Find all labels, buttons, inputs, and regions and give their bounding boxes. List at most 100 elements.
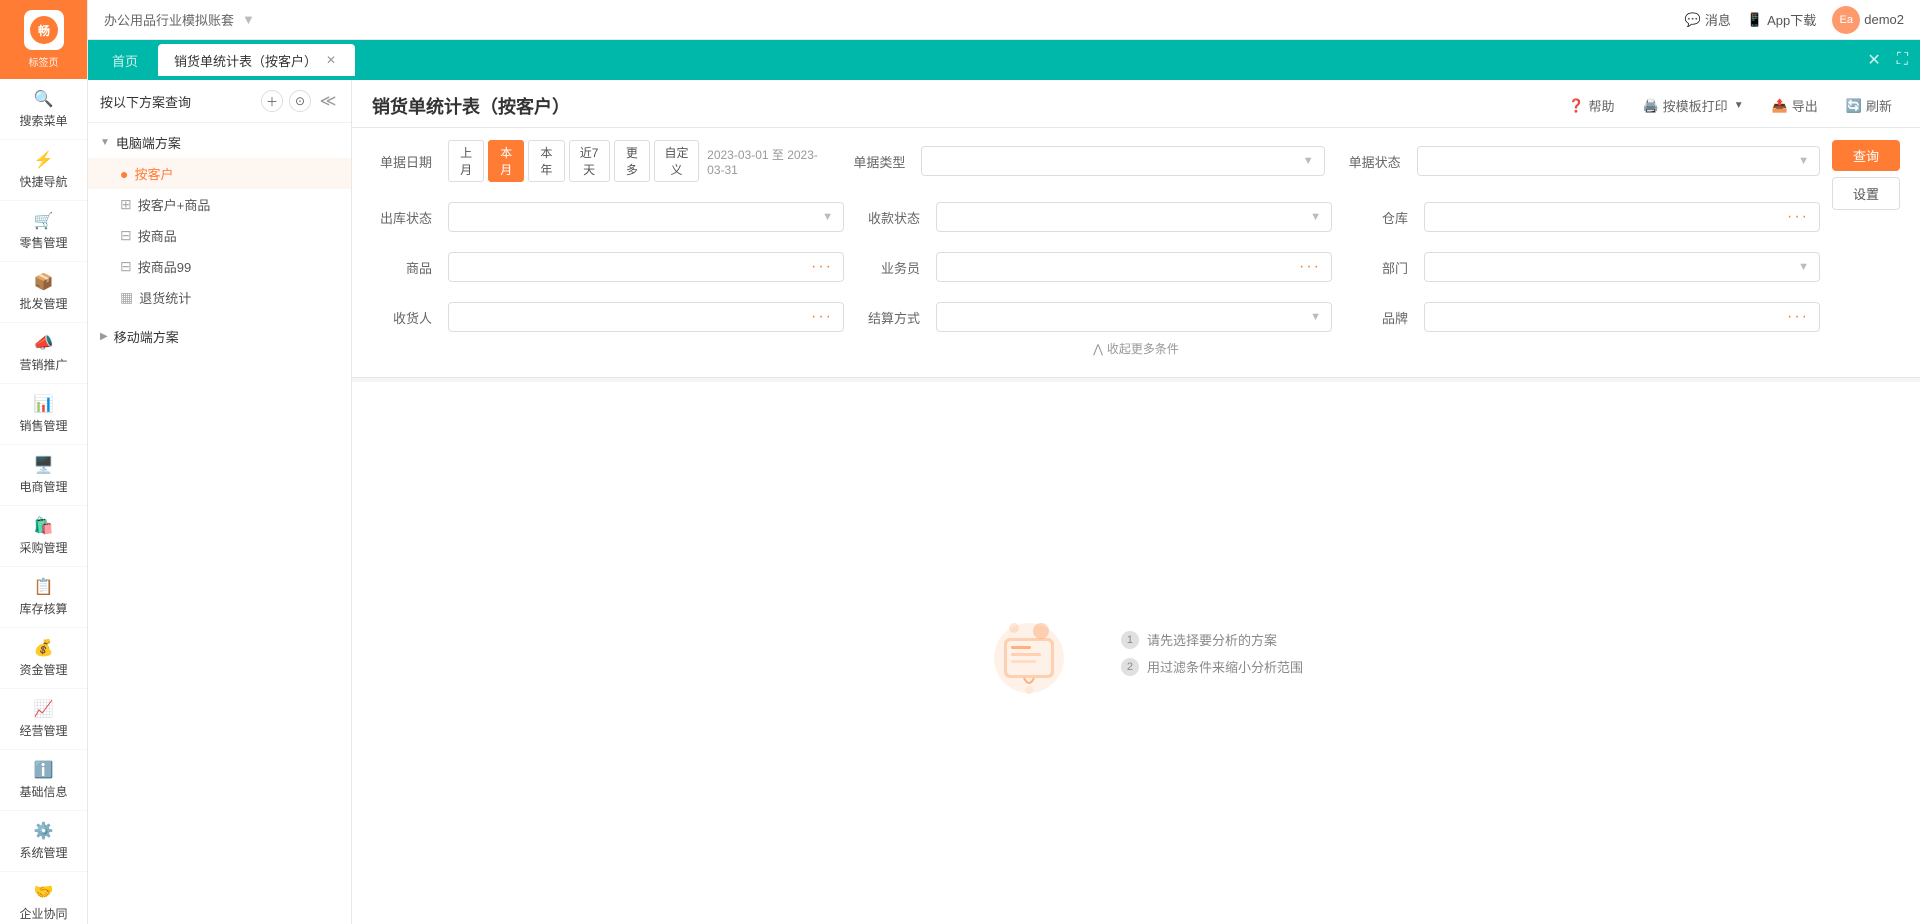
search-button[interactable]: 查询 [1832, 140, 1900, 171]
receiver-select[interactable]: ··· [448, 302, 844, 332]
export-icon: 📤 [1772, 98, 1788, 114]
tab-home-label: 首页 [112, 51, 138, 70]
top-header: 办公用品行业模拟账套 ▼ 💬 消息 📱 App下载 Ea demo2 [88, 0, 1920, 40]
operations-icon: 📈 [34, 699, 54, 719]
date-btn-custom[interactable]: 自定义 [654, 140, 699, 182]
sidebar-item-purchase[interactable]: 🛍️ 采购管理 [0, 506, 87, 567]
tip-text-2: 用过滤条件来缩小分析范围 [1147, 657, 1303, 676]
user-profile-btn[interactable]: Ea demo2 [1832, 6, 1904, 34]
department-select[interactable]: ▼ [1424, 252, 1820, 282]
sidebar-item-label: 批发管理 [19, 295, 67, 312]
filter-actions: 查询 设置 [1832, 140, 1900, 210]
tree-child-by-goods[interactable]: ⊟ 按商品 [88, 220, 351, 251]
sidebar-item-marketing[interactable]: 📣 营销推广 [0, 323, 87, 384]
sidebar-item-enterprise[interactable]: 🤝 企业协同 [0, 872, 87, 924]
order-status-select[interactable]: ▼ [1417, 146, 1820, 176]
tree-child-by-customer-goods[interactable]: ⊞ 按客户+商品 [88, 189, 351, 220]
sidebar-logo: 畅 标签页 [0, 0, 87, 79]
collapse-arrow-icon: ⋀ [1093, 342, 1103, 356]
refresh-label: 刷新 [1866, 96, 1892, 115]
order-type-select[interactable]: ▼ [921, 146, 1324, 176]
salesperson-select[interactable]: ··· [936, 252, 1332, 282]
department-arrow-icon: ▼ [1798, 261, 1809, 273]
sidebar-logo-text: 标签页 [29, 54, 59, 69]
tree-parent-mobile-label: 移动端方案 [114, 327, 179, 346]
tab-sales-stats[interactable]: 销货单统计表（按客户） ✕ [158, 44, 355, 76]
date-btn-more[interactable]: 更多 [614, 140, 650, 182]
date-btn-last-month[interactable]: 上月 [448, 140, 484, 182]
sidebar-item-inventory[interactable]: 📋 库存核算 [0, 567, 87, 628]
tip-number-1: 1 [1121, 631, 1139, 649]
messages-label: 消息 [1705, 10, 1731, 29]
template-print-label: 按模板打印 [1663, 96, 1728, 115]
wholesale-icon: 📦 [34, 272, 54, 292]
sidebar-item-search[interactable]: 🔍 搜索菜单 [0, 79, 87, 140]
goods-select[interactable]: ··· [448, 252, 844, 282]
retail-icon: 🛒 [34, 211, 54, 231]
help-btn[interactable]: ❓ 帮助 [1560, 92, 1622, 119]
sidebar-item-shortcut[interactable]: ⚡ 快捷导航 [0, 140, 87, 201]
export-btn[interactable]: 📤 导出 [1764, 92, 1826, 119]
sidebar-item-label: 搜索菜单 [19, 112, 67, 129]
sidebar-item-retail[interactable]: 🛒 零售管理 [0, 201, 87, 262]
sales-icon: 📊 [34, 394, 54, 414]
main-content: 办公用品行业模拟账套 ▼ 💬 消息 📱 App下载 Ea demo2 首页 [88, 0, 1920, 924]
top-header-right: 💬 消息 📱 App下载 Ea demo2 [1685, 6, 1904, 34]
left-panel-title: 按以下方案查询 [100, 92, 191, 111]
out-status-select[interactable]: ▼ [448, 202, 844, 232]
refresh-btn[interactable]: 🔄 刷新 [1838, 92, 1900, 119]
export-label: 导出 [1792, 96, 1818, 115]
right-panel: 销货单统计表（按客户） ❓ 帮助 🖨️ 按模板打印 📤 导出 [352, 80, 1920, 924]
page-header: 销货单统计表（按客户） ❓ 帮助 🖨️ 按模板打印 📤 导出 [352, 80, 1920, 128]
order-type-arrow-icon: ▼ [1303, 155, 1314, 167]
salesperson-label: 业务员 [860, 258, 920, 277]
marketing-icon: 📣 [34, 333, 54, 353]
purchase-icon: 🛍️ [34, 516, 54, 536]
sidebar-item-system[interactable]: ⚙️ 系统管理 [0, 811, 87, 872]
sidebar: 畅 标签页 🔍 搜索菜单 ⚡ 快捷导航 🛒 零售管理 📦 批发管理 📣 营销推广… [0, 0, 88, 924]
warehouse-select[interactable]: ··· [1424, 202, 1820, 232]
date-btn-this-month[interactable]: 本月 [488, 140, 524, 182]
svg-text:畅: 畅 [37, 23, 49, 38]
sidebar-item-sales[interactable]: 📊 销售管理 [0, 384, 87, 445]
sidebar-item-label: 销售管理 [19, 417, 67, 434]
warehouse-dots-icon: ··· [1787, 208, 1809, 226]
edit-plan-btn[interactable]: ⊙ [289, 90, 311, 112]
collapse-more-btn[interactable]: ⋀ 收起更多条件 [372, 332, 1900, 365]
tab-close-btn[interactable]: ✕ [323, 52, 339, 68]
sidebar-item-operations[interactable]: 📈 经营管理 [0, 689, 87, 750]
department-label: 部门 [1348, 258, 1408, 277]
settings-button[interactable]: 设置 [1832, 177, 1900, 210]
sidebar-item-basic[interactable]: ℹ️ 基础信息 [0, 750, 87, 811]
template-print-btn[interactable]: 🖨️ 按模板打印 [1634, 92, 1751, 119]
tree-parent-mobile[interactable]: ▶ 移动端方案 [88, 321, 351, 352]
app-logo-icon: 畅 [24, 10, 64, 50]
filter-area: 单据日期 上月 本月 本年 近7天 更多 自定义 20 [352, 128, 1920, 378]
order-type-label: 单据类型 [845, 152, 905, 171]
sidebar-item-ecommerce[interactable]: 🖥️ 电商管理 [0, 445, 87, 506]
tree-child-label: 按商品 [138, 226, 177, 245]
tab-close-all-btn[interactable]: ✕ [1863, 46, 1884, 74]
collection-status-select[interactable]: ▼ [936, 202, 1332, 232]
add-plan-btn[interactable]: ＋ [261, 90, 283, 112]
tab-maximize-btn[interactable]: ⛶ [1893, 47, 1912, 73]
date-btn-this-year[interactable]: 本年 [528, 140, 564, 182]
collapse-panel-btn[interactable]: ≪ [317, 90, 339, 112]
tab-home[interactable]: 首页 [96, 44, 154, 76]
date-btn-last-7-days[interactable]: 近7天 [569, 140, 610, 182]
brand-select[interactable]: ··· [1424, 302, 1820, 332]
sidebar-item-wholesale[interactable]: 📦 批发管理 [0, 262, 87, 323]
brand-dots-icon: ··· [1787, 308, 1809, 326]
sidebar-item-label: 资金管理 [19, 661, 67, 678]
tree-child-return-stats[interactable]: ▦ 退货统计 [88, 282, 351, 313]
settlement-arrow-icon: ▼ [1310, 311, 1321, 323]
tree-child-by-customer[interactable]: ● 按客户 [88, 158, 351, 189]
app-download-btn[interactable]: 📱 App下载 [1747, 10, 1816, 29]
settlement-select[interactable]: ▼ [936, 302, 1332, 332]
grid-icon: ⊞ [120, 196, 132, 213]
tree-parent-desktop[interactable]: ▼ 电脑端方案 [88, 127, 351, 158]
sidebar-item-finance[interactable]: 💰 资金管理 [0, 628, 87, 689]
tree-child-by-goods-99[interactable]: ⊟ 按商品99 [88, 251, 351, 282]
messages-btn[interactable]: 💬 消息 [1685, 10, 1731, 29]
tree-group-desktop: ▼ 电脑端方案 ● 按客户 ⊞ 按客户+商品 ⊟ 按商品 ⊟ 按商品99 [88, 123, 351, 317]
